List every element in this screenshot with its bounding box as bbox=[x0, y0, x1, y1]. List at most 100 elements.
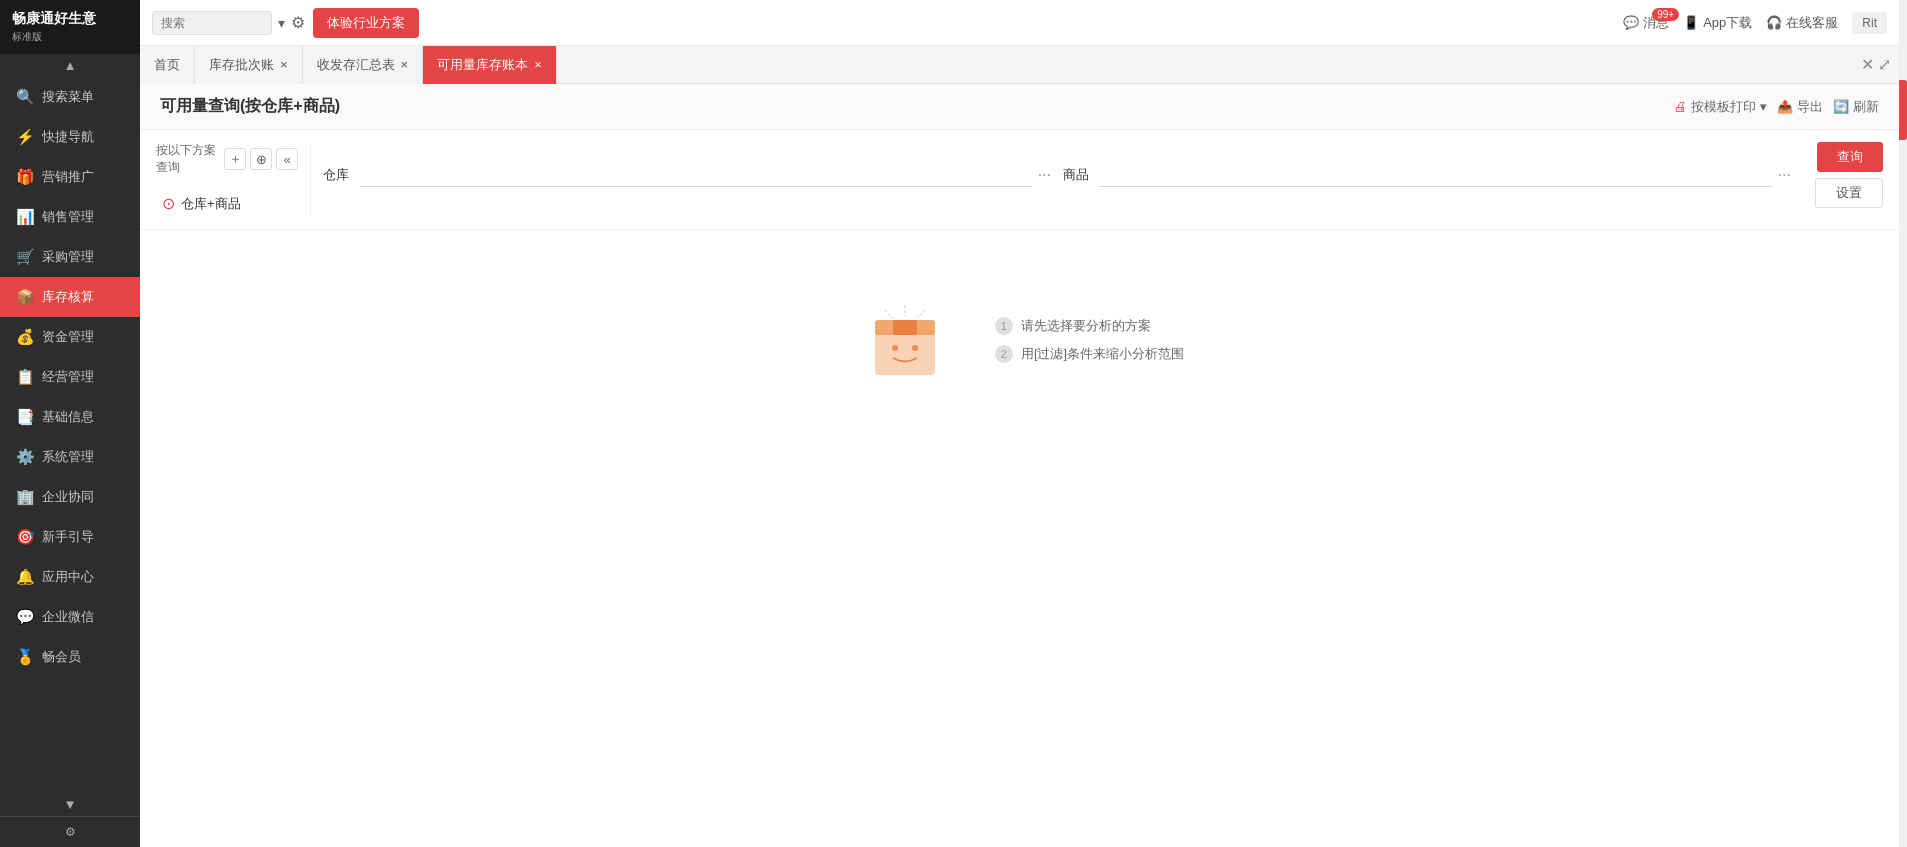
sidebar-item-appstore[interactable]: 🔔 应用中心 bbox=[0, 557, 140, 597]
search-icon: 🔍 bbox=[16, 88, 34, 106]
tab-receipt-summary-close[interactable]: × bbox=[401, 58, 409, 71]
marketing-icon: 🎁 bbox=[16, 168, 34, 186]
topbar-trial-btn[interactable]: 体验行业方案 bbox=[313, 8, 419, 38]
sidebar-item-operation[interactable]: 📋 经营管理 bbox=[0, 357, 140, 397]
filter-row-warehouse: 仓库 ··· 商品 ··· 查询 设置 bbox=[323, 142, 1883, 208]
print-icon: 🖨 bbox=[1674, 99, 1687, 114]
tab-home[interactable]: 首页 bbox=[140, 46, 195, 84]
sidebar-item-sales[interactable]: 📊 销售管理 bbox=[0, 197, 140, 237]
tab-batch-ledger[interactable]: 库存批次账 × bbox=[195, 46, 303, 84]
version-label: 标准版 bbox=[12, 30, 128, 44]
empty-state: 1 请先选择要分析的方案 2 用[过滤]条件来缩小分析范围 bbox=[140, 230, 1899, 450]
brand-name: 畅康通好生意 bbox=[12, 10, 128, 28]
enterprise-icon: 🏢 bbox=[16, 488, 34, 506]
topbar-dropdown-btn[interactable]: ▾ bbox=[278, 15, 285, 31]
sidebar-item-marketing[interactable]: 🎁 营销推广 bbox=[0, 157, 140, 197]
topbar-online-service[interactable]: 🎧 在线客服 bbox=[1766, 14, 1838, 32]
right-edge-tab bbox=[1899, 80, 1907, 140]
tabs-bar: 首页 库存批次账 × 收发存汇总表 × 可用量库存账本 × ✕ ⤢ bbox=[140, 46, 1899, 84]
newbie-icon: 🎯 bbox=[16, 528, 34, 546]
filter-add-btn[interactable]: ＋ bbox=[224, 148, 246, 170]
sidebar-item-newbie[interactable]: 🎯 新手引导 bbox=[0, 517, 140, 557]
sidebar-item-membership[interactable]: 🏅 畅会员 bbox=[0, 637, 140, 677]
tab-available-ledger[interactable]: 可用量库存账本 × bbox=[423, 46, 557, 84]
sidebar-item-basic[interactable]: 📑 基础信息 bbox=[0, 397, 140, 437]
message-icon: 💬 bbox=[1623, 15, 1639, 30]
page-header: 可用量查询(按仓库+商品) 🖨 按模板打印 ▾ 📤 导出 🔄 刷新 bbox=[140, 84, 1899, 130]
filter-scheme-warehouse-goods[interactable]: ⊙ 仓库+商品 bbox=[156, 190, 298, 217]
topbar: ▾ ⚙ 体验行业方案 💬 消息 99+ 📱 App下载 🎧 在线客服 Rit bbox=[140, 0, 1899, 46]
export-btn[interactable]: 📤 导出 bbox=[1777, 98, 1823, 116]
print-btn[interactable]: 🖨 按模板打印 ▾ bbox=[1674, 98, 1767, 116]
filter-settings-btn2[interactable]: 设置 bbox=[1815, 178, 1883, 208]
topbar-messages[interactable]: 💬 消息 99+ bbox=[1623, 14, 1669, 32]
page-header-actions: 🖨 按模板打印 ▾ 📤 导出 🔄 刷新 bbox=[1674, 98, 1879, 116]
finance-icon: 💰 bbox=[16, 328, 34, 346]
goods-dots-btn[interactable]: ··· bbox=[1778, 166, 1791, 184]
sidebar-item-quick-nav[interactable]: ⚡ 快捷导航 bbox=[0, 117, 140, 157]
sidebar-item-inventory[interactable]: 📦 库存核算 bbox=[0, 277, 140, 317]
page-title: 可用量查询(按仓库+商品) bbox=[160, 96, 340, 117]
refresh-btn[interactable]: 🔄 刷新 bbox=[1833, 98, 1879, 116]
inventory-icon: 📦 bbox=[16, 288, 34, 306]
filter-field-warehouse: 仓库 ··· bbox=[323, 163, 1051, 187]
empty-state-content: 1 请先选择要分析的方案 2 用[过滤]条件来缩小分析范围 bbox=[855, 290, 1184, 390]
sidebar-scroll-up[interactable]: ▲ bbox=[0, 54, 140, 77]
phone-icon: 📱 bbox=[1683, 15, 1699, 30]
empty-illustration bbox=[855, 290, 955, 390]
sidebar-items: 🔍 搜索菜单 ⚡ 快捷导航 🎁 营销推广 📊 销售管理 🛒 采购管理 📦 库存核… bbox=[0, 77, 140, 793]
sidebar-item-wechat[interactable]: 💬 企业微信 bbox=[0, 597, 140, 637]
filter-field-goods: 商品 ··· bbox=[1063, 163, 1791, 187]
sidebar-header: 畅康通好生意 标准版 bbox=[0, 0, 140, 54]
tab-available-ledger-close[interactable]: × bbox=[534, 58, 542, 71]
export-icon: 📤 bbox=[1777, 99, 1793, 114]
print-dropdown-icon: ▾ bbox=[1760, 99, 1767, 114]
tabs-actions: ✕ ⤢ bbox=[1861, 46, 1899, 84]
filter-collapse-btn[interactable]: « bbox=[276, 148, 298, 170]
svg-line-7 bbox=[917, 310, 925, 318]
empty-tip-2: 2 用[过滤]条件来缩小分析范围 bbox=[995, 345, 1184, 363]
main-area: ▾ ⚙ 体验行业方案 💬 消息 99+ 📱 App下载 🎧 在线客服 Rit 首… bbox=[140, 0, 1899, 847]
tab-batch-ledger-close[interactable]: × bbox=[280, 58, 288, 71]
sidebar-item-enterprise[interactable]: 🏢 企业协同 bbox=[0, 477, 140, 517]
topbar-user[interactable]: Rit bbox=[1852, 12, 1887, 34]
empty-tip-1: 1 请先选择要分析的方案 bbox=[995, 317, 1184, 335]
sidebar-scroll-down[interactable]: ▼ bbox=[0, 793, 140, 816]
topbar-gear-btn[interactable]: ⚙ bbox=[291, 13, 305, 32]
topbar-app-download[interactable]: 📱 App下载 bbox=[1683, 14, 1752, 32]
messages-badge: 99+ bbox=[1652, 8, 1679, 21]
filter-area: 按以下方案查询 ＋ ⊕ « ⊙ 仓库+商品 仓库 bbox=[140, 130, 1899, 230]
query-btn[interactable]: 查询 bbox=[1817, 142, 1883, 172]
sidebar-item-purchase[interactable]: 🛒 采购管理 bbox=[0, 237, 140, 277]
filter-settings-btn[interactable]: ⊕ bbox=[250, 148, 272, 170]
empty-tips: 1 请先选择要分析的方案 2 用[过滤]条件来缩小分析范围 bbox=[995, 317, 1184, 363]
wechat-icon: 💬 bbox=[16, 608, 34, 626]
sales-icon: 📊 bbox=[16, 208, 34, 226]
filter-label: 按以下方案查询 ＋ ⊕ « bbox=[156, 142, 298, 176]
sidebar-item-search[interactable]: 🔍 搜索菜单 bbox=[0, 77, 140, 117]
warehouse-dots-btn[interactable]: ··· bbox=[1038, 166, 1051, 184]
goods-input[interactable] bbox=[1099, 163, 1772, 187]
system-icon: ⚙️ bbox=[16, 448, 34, 466]
warehouse-input[interactable] bbox=[359, 163, 1032, 187]
tab-receipt-summary[interactable]: 收发存汇总表 × bbox=[303, 46, 424, 84]
filter-left: 按以下方案查询 ＋ ⊕ « ⊙ 仓库+商品 bbox=[156, 142, 311, 217]
filter-add-btns: ＋ ⊕ « bbox=[224, 148, 298, 170]
page-content: 可用量查询(按仓库+商品) 🖨 按模板打印 ▾ 📤 导出 🔄 刷新 bbox=[140, 84, 1899, 847]
operation-icon: 📋 bbox=[16, 368, 34, 386]
headset-icon: 🎧 bbox=[1766, 15, 1782, 30]
topbar-search-input[interactable] bbox=[152, 11, 272, 35]
filter-actions: 查询 设置 bbox=[1803, 142, 1883, 208]
tip-num-2: 2 bbox=[995, 345, 1013, 363]
topbar-right: 💬 消息 99+ 📱 App下载 🎧 在线客服 Rit bbox=[1623, 12, 1887, 34]
sidebar-item-finance[interactable]: 💰 资金管理 bbox=[0, 317, 140, 357]
tabs-expand-btn[interactable]: ⤢ bbox=[1878, 55, 1891, 74]
sidebar-item-system[interactable]: ⚙️ 系统管理 bbox=[0, 437, 140, 477]
warehouse-label: 仓库 bbox=[323, 166, 353, 184]
tabs-close-all-btn[interactable]: ✕ bbox=[1861, 55, 1874, 74]
scheme-icon: ⊙ bbox=[162, 194, 175, 213]
svg-point-3 bbox=[892, 345, 898, 351]
filter-right: 仓库 ··· 商品 ··· 查询 设置 bbox=[323, 142, 1883, 217]
topbar-search-area: ▾ ⚙ bbox=[152, 11, 305, 35]
sidebar: 畅康通好生意 标准版 ▲ 🔍 搜索菜单 ⚡ 快捷导航 🎁 营销推广 📊 销售管理… bbox=[0, 0, 140, 847]
